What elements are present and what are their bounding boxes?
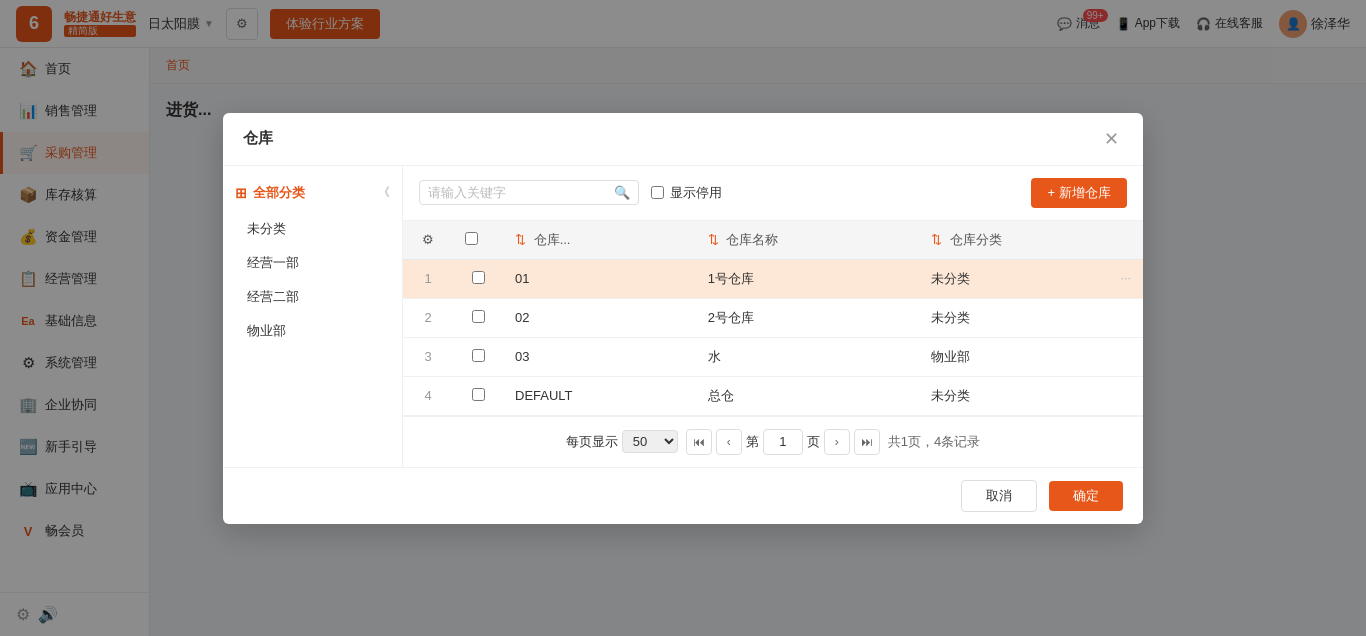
row-category: 未分类 ··· [919, 259, 1143, 298]
col-category: ⇅ 仓库分类 [919, 221, 1143, 260]
category-item-label: 物业部 [247, 323, 286, 338]
grid-icon: ⊞ [235, 185, 247, 201]
col-code: ⇅ 仓库... [503, 221, 696, 260]
row-checkbox-cell [453, 259, 503, 298]
category-item-label: 未分类 [247, 221, 286, 236]
search-icon: 🔍 [614, 185, 630, 200]
add-btn-label: 新增仓库 [1059, 184, 1111, 202]
pagination: 每页显示 50 20 100 ⏮ ‹ 第 页 › [403, 416, 1143, 467]
col-checkbox [453, 221, 503, 260]
row-checkbox[interactable] [472, 388, 485, 401]
row-name: 1号仓库 [696, 259, 920, 298]
show-disabled-label[interactable]: 显示停用 [651, 184, 722, 202]
page-size-select: 每页显示 50 20 100 [566, 430, 678, 453]
search-input[interactable] [428, 185, 608, 200]
modal-close-button[interactable]: ✕ [1099, 127, 1123, 151]
row-name: 总仓 [696, 376, 920, 415]
modal-title: 仓库 [243, 129, 273, 148]
sort-icon: ⇅ [515, 232, 526, 247]
add-icon: + [1047, 185, 1055, 200]
category-item-op2[interactable]: 经营二部 [223, 280, 402, 314]
sort-icon-3: ⇅ [931, 232, 942, 247]
row-code: 03 [503, 337, 696, 376]
page-size-dropdown[interactable]: 50 20 100 [622, 430, 678, 453]
confirm-button[interactable]: 确定 [1049, 481, 1123, 511]
table-panel: 🔍 显示停用 + 新增仓库 [403, 166, 1143, 467]
category-item-op1[interactable]: 经营一部 [223, 246, 402, 280]
category-panel: ⊞ 全部分类 《 未分类 经营一部 经营二部 物业部 [223, 166, 403, 467]
page-label: 页 [807, 433, 820, 451]
row-name: 水 [696, 337, 920, 376]
table-row[interactable]: 4 DEFAULT 总仓 未分类 [403, 376, 1143, 415]
row-actions-icon[interactable]: ··· [1120, 270, 1131, 285]
table-row[interactable]: 2 02 2号仓库 未分类 [403, 298, 1143, 337]
category-header: ⊞ 全部分类 《 [223, 178, 402, 212]
row-num: 1 [403, 259, 453, 298]
search-bar: 🔍 显示停用 + 新增仓库 [403, 166, 1143, 221]
row-category: 物业部 [919, 337, 1143, 376]
first-page-button[interactable]: ⏮ [686, 429, 712, 455]
search-input-wrap: 🔍 [419, 180, 639, 205]
select-all-checkbox[interactable] [465, 232, 478, 245]
warehouse-modal: 仓库 ✕ ⊞ 全部分类 《 未分类 经营一部 [223, 113, 1143, 524]
category-collapse-button[interactable]: 《 [378, 184, 390, 201]
col-settings: ⚙ [403, 221, 453, 260]
row-num: 3 [403, 337, 453, 376]
table-row[interactable]: 1 01 1号仓库 未分类 ··· [403, 259, 1143, 298]
row-checkbox-cell [453, 337, 503, 376]
row-code: 01 [503, 259, 696, 298]
category-item-label: 经营二部 [247, 289, 299, 304]
warehouse-table: ⚙ ⇅ 仓库... ⇅ [403, 221, 1143, 416]
category-item-unclassified[interactable]: 未分类 [223, 212, 402, 246]
modal-overlay: 仓库 ✕ ⊞ 全部分类 《 未分类 经营一部 [0, 0, 1366, 636]
row-checkbox[interactable] [472, 271, 485, 284]
category-all-label: 全部分类 [253, 184, 305, 202]
warehouse-table-wrap: ⚙ ⇅ 仓库... ⇅ [403, 221, 1143, 416]
row-num: 2 [403, 298, 453, 337]
table-header-row: ⚙ ⇅ 仓库... ⇅ [403, 221, 1143, 260]
modal-header: 仓库 ✕ [223, 113, 1143, 166]
modal-body: ⊞ 全部分类 《 未分类 经营一部 经营二部 物业部 [223, 166, 1143, 467]
row-code: 02 [503, 298, 696, 337]
table-row[interactable]: 3 03 水 物业部 [403, 337, 1143, 376]
category-item-property[interactable]: 物业部 [223, 314, 402, 348]
row-num: 4 [403, 376, 453, 415]
prev-page-button[interactable]: ‹ [716, 429, 742, 455]
sort-icon-2: ⇅ [708, 232, 719, 247]
page-input[interactable] [763, 429, 803, 455]
modal-footer: 取消 确定 [223, 467, 1143, 524]
row-checkbox[interactable] [472, 349, 485, 362]
show-disabled-text: 显示停用 [670, 184, 722, 202]
page-di-label: 第 [746, 433, 759, 451]
row-checkbox-cell [453, 376, 503, 415]
row-category: 未分类 [919, 298, 1143, 337]
category-all-button[interactable]: ⊞ 全部分类 [235, 184, 305, 202]
row-checkbox-cell [453, 298, 503, 337]
settings-icon: ⚙ [422, 232, 434, 247]
cancel-button[interactable]: 取消 [961, 480, 1037, 512]
row-category: 未分类 [919, 376, 1143, 415]
category-item-label: 经营一部 [247, 255, 299, 270]
page-size-label: 每页显示 [566, 433, 618, 451]
page-total: 共1页，4条记录 [888, 433, 980, 451]
show-disabled-checkbox[interactable] [651, 186, 664, 199]
add-warehouse-button[interactable]: + 新增仓库 [1031, 178, 1127, 208]
next-page-button[interactable]: › [824, 429, 850, 455]
row-name: 2号仓库 [696, 298, 920, 337]
row-checkbox[interactable] [472, 310, 485, 323]
last-page-button[interactable]: ⏭ [854, 429, 880, 455]
col-name: ⇅ 仓库名称 [696, 221, 920, 260]
row-code: DEFAULT [503, 376, 696, 415]
page-nav: ⏮ ‹ 第 页 › ⏭ [686, 429, 880, 455]
